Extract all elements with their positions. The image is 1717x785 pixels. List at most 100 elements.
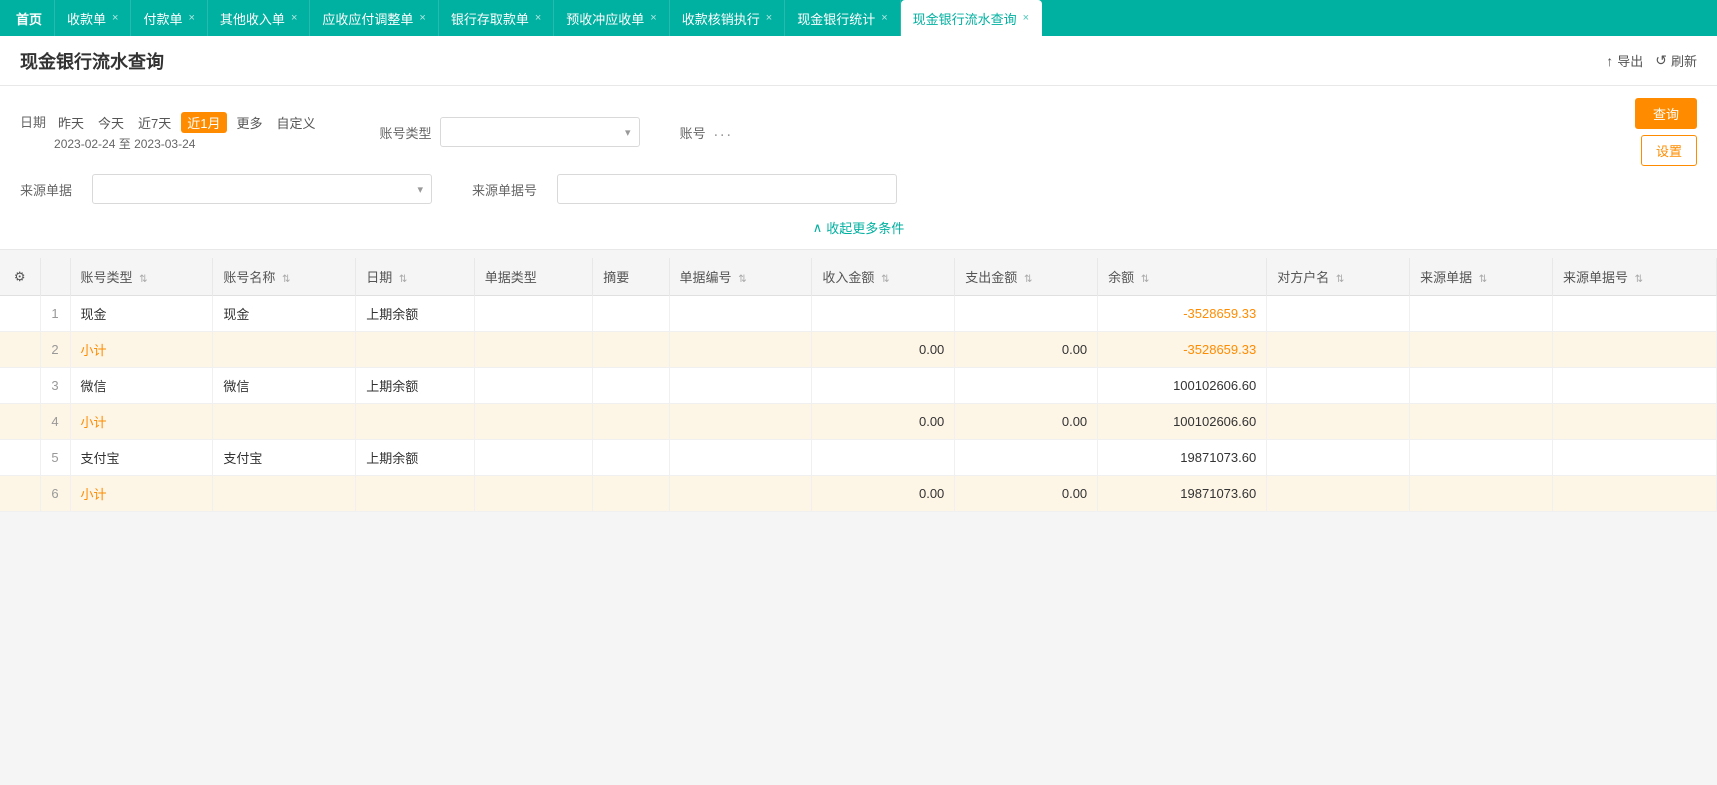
nav-tab-fukuandan[interactable]: 付款单 × — [131, 0, 207, 36]
source-doc-select[interactable]: ▾ — [92, 174, 432, 204]
table-cell: -3528659.33 — [1098, 296, 1267, 332]
shortcut-more[interactable]: 更多 — [233, 112, 267, 133]
nav-tab-yushouchong[interactable]: 预收冲应收单 × — [554, 0, 669, 36]
account-no-dots[interactable]: ... — [714, 123, 733, 141]
table-cell — [593, 440, 669, 476]
table-cell: 现金 — [213, 296, 356, 332]
close-icon[interactable]: × — [766, 12, 772, 24]
table-cell — [1267, 332, 1410, 368]
nav-tab-yinhangcunqu[interactable]: 银行存取款单 × — [439, 0, 554, 36]
account-no-block: 账号 ... — [680, 123, 733, 142]
table-cell: 上期余额 — [356, 296, 475, 332]
col-date[interactable]: 日期 ⇅ — [356, 258, 475, 296]
refresh-icon: ↺ — [1655, 52, 1667, 69]
query-button[interactable]: 查询 — [1635, 98, 1697, 129]
shortcut-7days[interactable]: 近7天 — [134, 112, 175, 133]
col-source-doc[interactable]: 来源单据 ⇅ — [1410, 258, 1553, 296]
col-account-type[interactable]: 账号类型 ⇅ — [70, 258, 213, 296]
filter-area: 日期 昨天 今天 近7天 近1月 更多 自定义 2023-02-24 至 202… — [0, 86, 1717, 250]
nav-tab-yingshoutiaozheng[interactable]: 应收应付调整单 × — [310, 0, 438, 36]
close-icon[interactable]: × — [650, 12, 656, 24]
table-cell — [1267, 476, 1410, 512]
table-row: 2小计0.000.00-3528659.33 — [0, 332, 1717, 368]
col-summary: 摘要 — [593, 258, 669, 296]
table-cell — [0, 296, 40, 332]
header-actions: ↑ 导出 ↺ 刷新 — [1606, 51, 1697, 70]
table-cell — [1410, 296, 1553, 332]
table-cell — [474, 404, 593, 440]
sort-icon: ⇅ — [738, 274, 746, 285]
table-cell — [669, 440, 812, 476]
table-cell: 小计 — [70, 404, 213, 440]
table-cell: 微信 — [213, 368, 356, 404]
chevron-down-icon: ▾ — [625, 126, 631, 139]
close-icon[interactable]: × — [112, 12, 118, 24]
table-cell — [1552, 440, 1716, 476]
setting-button[interactable]: 设置 — [1641, 135, 1697, 166]
nav-tab-qitashouru[interactable]: 其他收入单 × — [208, 0, 310, 36]
table-cell — [593, 332, 669, 368]
table-cell: 3 — [40, 368, 70, 404]
close-icon[interactable]: × — [1023, 12, 1029, 24]
table-cell — [593, 368, 669, 404]
close-icon[interactable]: × — [881, 12, 887, 24]
table-cell — [213, 332, 356, 368]
table-cell: 支付宝 — [70, 440, 213, 476]
nav-tab-liushuichaxun[interactable]: 现金银行流水查询 × — [901, 0, 1042, 36]
shortcut-today[interactable]: 今天 — [94, 112, 128, 133]
table-cell — [1552, 332, 1716, 368]
shortcut-custom[interactable]: 自定义 — [273, 112, 320, 133]
collapse-bar[interactable]: ∧ 收起更多条件 — [20, 212, 1697, 241]
col-income[interactable]: 收入金额 ⇅ — [812, 258, 955, 296]
table-cell: 微信 — [70, 368, 213, 404]
table-area: ⚙ 账号类型 ⇅ 账号名称 ⇅ 日期 ⇅ 单据类型 — [0, 258, 1717, 512]
close-icon[interactable]: × — [419, 12, 425, 24]
sort-icon: ⇅ — [1479, 274, 1487, 285]
date-shortcuts-group: 昨天 今天 近7天 近1月 更多 自定义 2023-02-24 至 2023-0… — [54, 112, 320, 152]
account-type-select[interactable]: ▾ — [440, 117, 640, 147]
sort-icon: ⇅ — [282, 274, 290, 285]
table-cell: 0.00 — [955, 476, 1098, 512]
table-index-col — [40, 258, 70, 296]
nav-tab-shoukuandan[interactable]: 收款单 × — [55, 0, 131, 36]
table-cell: 0.00 — [812, 476, 955, 512]
nav-home[interactable]: 首页 — [4, 0, 55, 36]
table-cell — [474, 476, 593, 512]
close-icon[interactable]: × — [535, 12, 541, 24]
export-button[interactable]: ↑ 导出 — [1606, 51, 1643, 70]
table-cell — [1552, 296, 1716, 332]
table-cell: 100102606.60 — [1098, 368, 1267, 404]
source-doc-no-input[interactable] — [557, 174, 897, 204]
shortcut-yesterday[interactable]: 昨天 — [54, 112, 88, 133]
close-icon[interactable]: × — [291, 12, 297, 24]
table-row: 3微信微信上期余额100102606.60 — [0, 368, 1717, 404]
chevron-down-icon: ▾ — [417, 183, 423, 196]
col-balance[interactable]: 余额 ⇅ — [1098, 258, 1267, 296]
table-cell: -3528659.33 — [1098, 332, 1267, 368]
nav-tab-xianjintongji[interactable]: 现金银行统计 × — [785, 0, 900, 36]
table-cell — [1410, 476, 1553, 512]
page-title: 现金银行流水查询 — [20, 48, 164, 74]
col-counterpart[interactable]: 对方户名 ⇅ — [1267, 258, 1410, 296]
col-source-doc-no[interactable]: 来源单据号 ⇅ — [1552, 258, 1716, 296]
refresh-button[interactable]: ↺ 刷新 — [1655, 51, 1697, 70]
sort-icon: ⇅ — [1635, 274, 1643, 285]
table-cell — [1552, 476, 1716, 512]
sort-icon: ⇅ — [1141, 274, 1149, 285]
filter-row-1: 日期 昨天 今天 近7天 近1月 更多 自定义 2023-02-24 至 202… — [20, 98, 1697, 166]
sort-icon: ⇅ — [139, 274, 147, 285]
shortcut-1month[interactable]: 近1月 — [181, 112, 226, 133]
nav-tab-shoukuanzhixing[interactable]: 收款核销执行 × — [670, 0, 785, 36]
col-doc-no[interactable]: 单据编号 ⇅ — [669, 258, 812, 296]
table-row: 5支付宝支付宝上期余额19871073.60 — [0, 440, 1717, 476]
table-cell — [812, 440, 955, 476]
table-cell — [0, 404, 40, 440]
col-expense[interactable]: 支出金额 ⇅ — [955, 258, 1098, 296]
table-gear-col[interactable]: ⚙ — [0, 258, 40, 296]
gear-icon: ⚙ — [14, 269, 26, 284]
close-icon[interactable]: × — [188, 12, 194, 24]
col-account-name[interactable]: 账号名称 ⇅ — [213, 258, 356, 296]
table-cell: 小计 — [70, 476, 213, 512]
source-doc-label: 来源单据 — [20, 180, 72, 199]
table-cell: 2 — [40, 332, 70, 368]
